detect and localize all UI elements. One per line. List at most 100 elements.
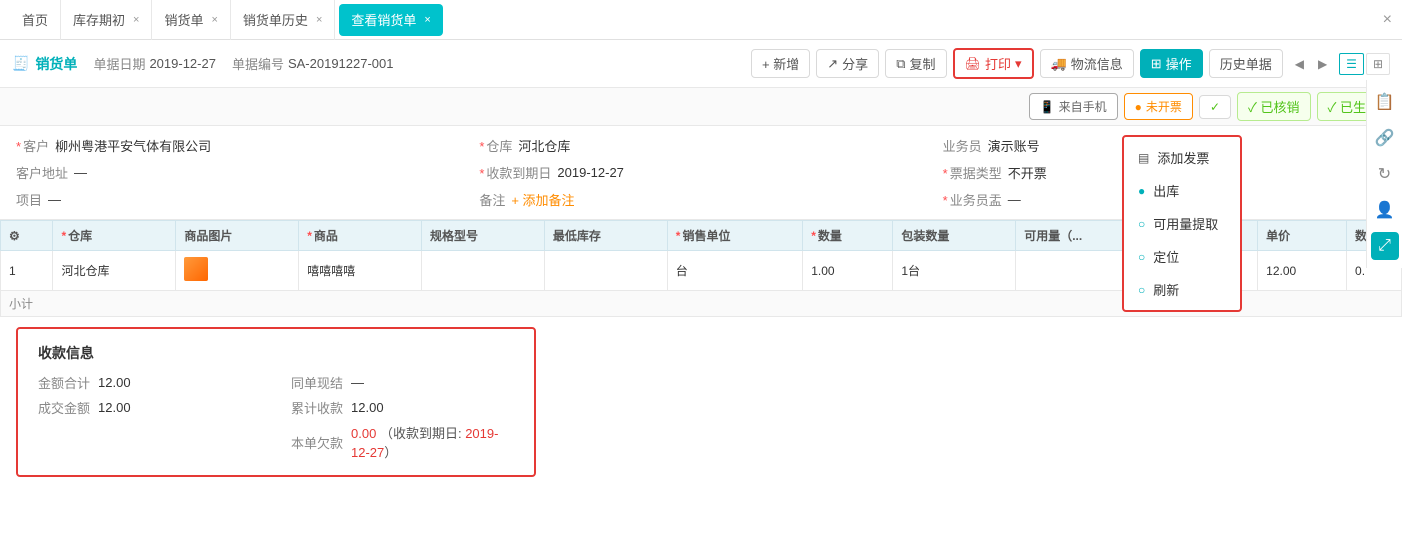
sales-staff-label: 业务员盂 [943, 190, 1002, 209]
copy-label: 复制 [909, 54, 935, 73]
view-toggles: ☰ ⊞ [1339, 53, 1390, 75]
payment-left: 金额合计 12.00 成交金额 12.00 [38, 373, 261, 461]
row-pack-qty: 1台 [893, 251, 1016, 291]
col-pack-qty: 包装数量 [893, 221, 1016, 251]
copy-button[interactable]: ⧉ 复制 [885, 49, 946, 78]
available-qty-label: 可用量提取 [1153, 214, 1218, 233]
dropdown-locate[interactable]: ○ 定位 [1124, 240, 1240, 273]
logistics-icon: 🚚 [1051, 56, 1067, 72]
tab-sales-history[interactable]: 销货单历史 × [231, 0, 335, 40]
from-phone-btn[interactable]: 📱 来自手机 [1029, 93, 1118, 120]
share-icon: ↗ [827, 56, 838, 72]
operations-icon: ⊞ [1151, 56, 1162, 72]
outbound-label: 出库 [1153, 181, 1179, 200]
history-label: 历史单据 [1220, 54, 1272, 73]
row-image [176, 251, 299, 291]
deal-label: 成交金额 [38, 398, 90, 417]
prev-arrow[interactable]: ◀ [1289, 55, 1310, 73]
print-button[interactable]: 🖨 打印 ▾ [953, 48, 1034, 79]
confirm-btn[interactable]: ✓ [1199, 95, 1231, 119]
phone-icon: 📱 [1040, 100, 1055, 114]
doc-icon: 🧾 [12, 55, 29, 72]
share-button[interactable]: ↗ 分享 [816, 49, 879, 78]
total-value: 12.00 [98, 375, 131, 390]
operations-button[interactable]: ⊞ 操作 [1140, 49, 1203, 78]
row-min-stock [544, 251, 667, 291]
warehouse-label: 仓库 [479, 136, 512, 155]
tab-sales-close[interactable]: × [211, 14, 217, 26]
dropdown-available-qty[interactable]: ○ 可用量提取 [1124, 207, 1240, 240]
row-warehouse: 河北仓库 [53, 251, 176, 291]
right-sidebar: 📋 🔗 ↻ 👤 ⊞ ⤢ [1366, 80, 1402, 268]
next-arrow[interactable]: ▶ [1312, 55, 1333, 73]
dropdown-outbound[interactable]: ● 出库 [1124, 174, 1240, 207]
due-date-value: 2019-12-27 [557, 165, 624, 180]
col-warehouse: 仓库 [53, 221, 176, 251]
col-price: 单价 [1258, 221, 1347, 251]
row-qty: 1.00 [803, 251, 893, 291]
add-note-btn[interactable]: + 添加备注 [511, 190, 574, 209]
note-label: 备注 [479, 190, 505, 209]
tab-view-sales[interactable]: 查看销货单 × [339, 4, 442, 36]
refresh-icon: ○ [1138, 283, 1145, 297]
tab-inventory-init[interactable]: 库存期初 × [61, 0, 152, 40]
add-invoice-icon: ▤ [1138, 151, 1149, 165]
col-settings[interactable]: ⚙ [1, 221, 53, 251]
share-label: 分享 [842, 54, 868, 73]
sidebar-refresh-icon[interactable]: ↻ [1371, 160, 1399, 188]
view-list[interactable]: ☰ [1339, 53, 1364, 75]
doc-meta: 单据日期 2019-12-27 单据编号 SA-20191227-001 [93, 54, 393, 73]
from-phone-label: 来自手机 [1059, 98, 1107, 115]
address-row: 客户地址 — [16, 163, 459, 182]
tab-history-label: 销货单历史 [243, 10, 308, 29]
action-bar: 📱 来自手机 ● 未开票 ✓ ✓ 已核销 ✓ 已生效 [0, 88, 1402, 126]
tab-view-close[interactable]: × [424, 14, 430, 26]
row-unit: 台 [667, 251, 802, 291]
row-spec [422, 251, 545, 291]
not-open-btn[interactable]: ● 未开票 [1124, 93, 1193, 120]
tab-inventory-close[interactable]: × [133, 14, 139, 26]
print-label: 打印 [985, 54, 1011, 73]
logistics-button[interactable]: 🚚 物流信息 [1040, 49, 1134, 78]
tab-sales-label: 销货单 [164, 10, 203, 29]
customer-row: 客户 柳州粤港平安气体有限公司 [16, 136, 459, 155]
col-qty: 数量 [803, 221, 893, 251]
total-label: 金额合计 [38, 373, 90, 392]
tab-home[interactable]: 首页 [10, 0, 61, 40]
operations-dropdown: ▤ 添加发票 ● 出库 ○ 可用量提取 ○ 定位 ○ 刷新 [1122, 135, 1242, 312]
same-order-value: — [351, 375, 364, 390]
payment-right: 同单现结 — 累计收款 12.00 本单欠款 0.00 （收款到期日: 2019… [291, 373, 514, 461]
print-dropdown-icon: ▾ [1015, 56, 1022, 72]
new-button[interactable]: + 新增 [751, 49, 810, 78]
dropdown-add-invoice[interactable]: ▤ 添加发票 [1124, 141, 1240, 174]
doc-date-meta: 单据日期 2019-12-27 [93, 54, 216, 73]
deal-row: 成交金额 12.00 [38, 398, 261, 417]
sidebar-link-icon[interactable]: 🔗 [1371, 124, 1399, 152]
operations-label: 操作 [1166, 54, 1192, 73]
window-close[interactable]: × [1383, 11, 1392, 29]
payment-grid: 金额合计 12.00 成交金额 12.00 同单现结 — 累计收款 [38, 373, 514, 461]
col-unit: 销售单位 [667, 221, 802, 251]
due-date-label: 收款到期日 [479, 163, 551, 182]
owed-note-prefix: （收款到期日: [380, 426, 465, 441]
payment-box: 收款信息 金额合计 12.00 成交金额 12.00 同单现结 — [16, 327, 536, 477]
locate-label: 定位 [1153, 247, 1179, 266]
tab-sales-order[interactable]: 销货单 × [152, 0, 230, 40]
view-grid[interactable]: ⊞ [1366, 53, 1390, 75]
sidebar-user-icon[interactable]: 👤 [1371, 196, 1399, 224]
doc-header: 🧾 销货单 单据日期 2019-12-27 单据编号 SA-20191227-0… [0, 40, 1402, 88]
payment-title: 收款信息 [38, 343, 514, 363]
row-seq: 1 [1, 251, 53, 291]
owed-value: 0.00 （收款到期日: 2019-12-27） [351, 423, 514, 461]
sidebar-expand-icon[interactable]: ⤢ [1371, 232, 1399, 260]
locate-icon: ○ [1138, 250, 1145, 264]
verified-label: ✓ 已核销 [1248, 100, 1300, 115]
history-button[interactable]: 历史单据 [1209, 49, 1283, 78]
sidebar-doc-icon[interactable]: 📋 [1371, 88, 1399, 116]
warehouse-value: 河北仓库 [518, 136, 570, 155]
warehouse-row: 仓库 河北仓库 [479, 136, 922, 155]
staff-value: 演示账号 [988, 136, 1040, 155]
dropdown-refresh[interactable]: ○ 刷新 [1124, 273, 1240, 306]
tab-history-close[interactable]: × [316, 14, 322, 26]
total-row: 金额合计 12.00 [38, 373, 261, 392]
